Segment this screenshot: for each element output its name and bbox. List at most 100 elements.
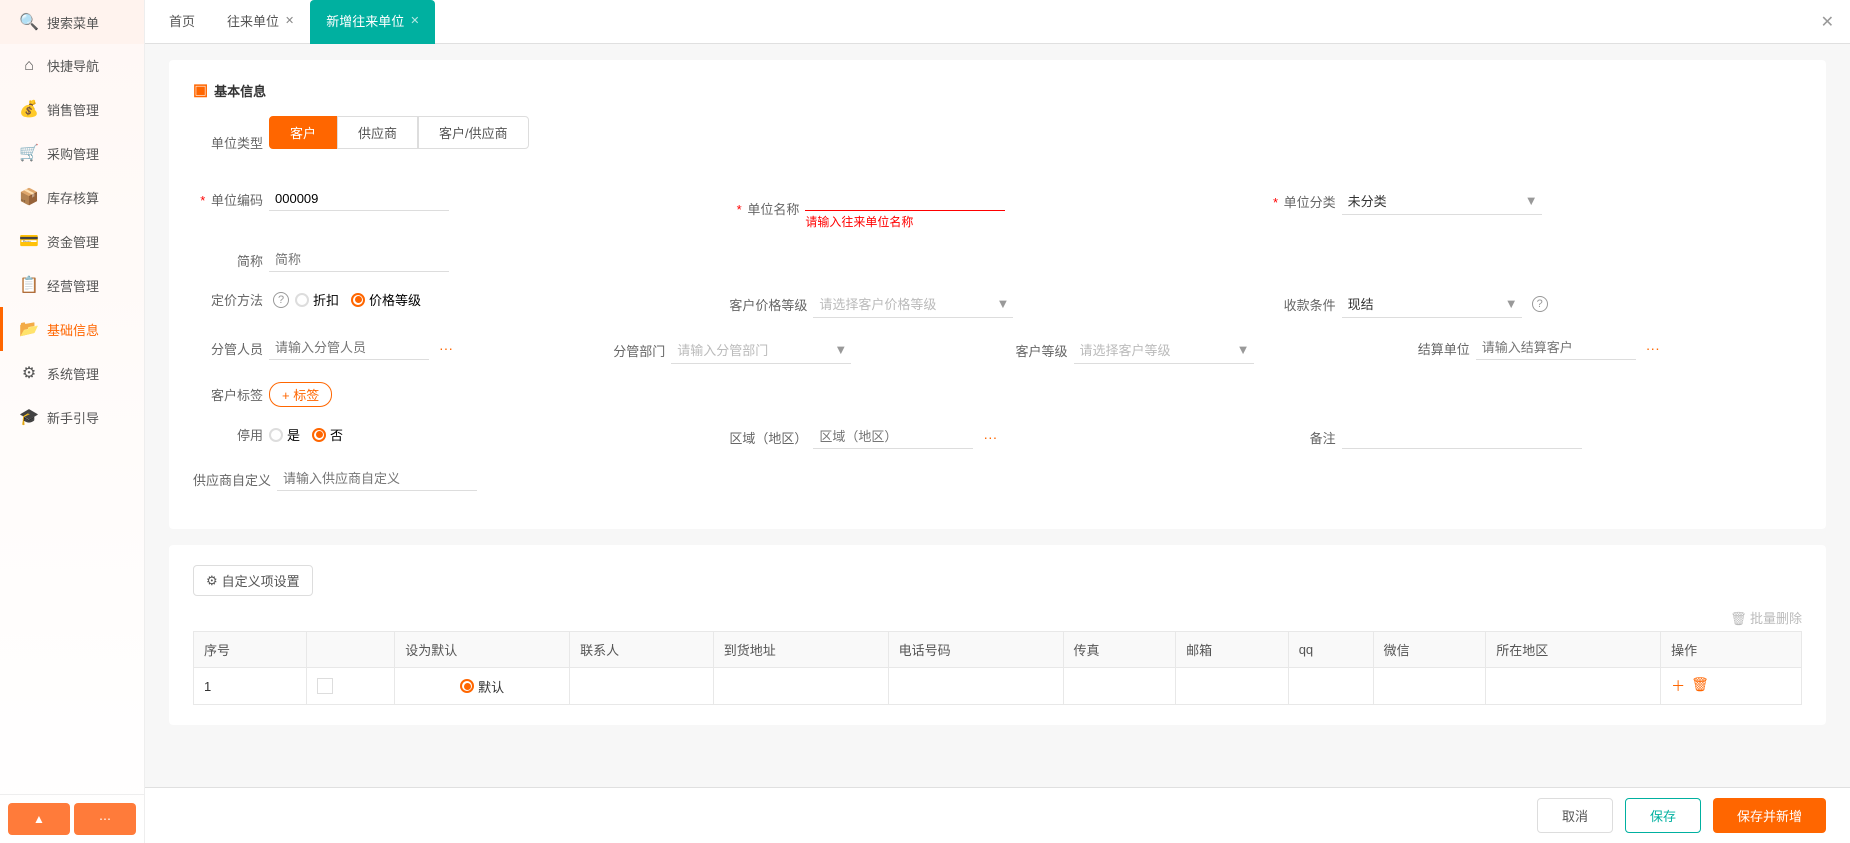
sidebar-item-guide[interactable]: 🎓 新手引导	[0, 395, 144, 439]
unit-type-label: 单位类型	[193, 133, 263, 152]
settlement-unit-more-btn[interactable]: ···	[1646, 340, 1660, 356]
region-more-btn[interactable]: ···	[983, 429, 997, 445]
batch-delete-icon: 🗑	[1730, 611, 1747, 626]
form-content: ▣ 基本信息 单位类型 客户 供应商 客户/供应商 *	[145, 44, 1850, 787]
cell-qq[interactable]	[1288, 668, 1373, 705]
sidebar-bottom-btn2[interactable]: ⋯	[74, 803, 136, 835]
tab-home-label: 首页	[169, 11, 195, 30]
col-fax: 传真	[1063, 632, 1176, 668]
supplier-custom-input[interactable]	[277, 467, 477, 491]
section-title: 基本信息	[214, 81, 266, 100]
tab-partners-close[interactable]: ✕	[285, 14, 294, 27]
customer-tag-btn[interactable]: + 标签	[269, 382, 332, 407]
row-add-icon[interactable]: ＋	[1671, 676, 1685, 696]
settlement-unit-input[interactable]	[1476, 336, 1636, 360]
department-label: 分管部门	[595, 341, 665, 360]
tab-new-partner-label: 新增往来单位	[326, 11, 404, 30]
sidebar-item-purchase[interactable]: 🛒 采购管理	[0, 131, 144, 175]
row-supplier-custom: 供应商自定义	[193, 467, 1802, 491]
cell-address[interactable]	[713, 668, 888, 705]
sidebar-item-inventory[interactable]: 📦 库存核算	[0, 175, 144, 219]
customer-price-level-select[interactable]: 请选择客户价格等级 ▼	[813, 290, 1013, 318]
batch-delete-btn[interactable]: 🗑 批量删除	[193, 608, 1802, 627]
sidebar-item-operations[interactable]: 📋 经营管理	[0, 263, 144, 307]
search-icon: 🔍	[19, 12, 39, 32]
tab-partners[interactable]: 往来单位 ✕	[211, 0, 310, 44]
supplier-custom-label: 供应商自定义	[193, 470, 271, 489]
guide-icon: 🎓	[19, 407, 39, 427]
col-qq: qq	[1288, 632, 1373, 668]
unit-name-label: * 单位名称	[729, 199, 799, 218]
radio-circle-level	[351, 293, 365, 307]
field-supplier-custom: 供应商自定义	[193, 467, 1802, 491]
unit-code-input[interactable]	[269, 187, 449, 211]
sidebar-bottom-btn[interactable]: ▲	[8, 803, 70, 835]
cell-phone[interactable]	[888, 668, 1063, 705]
sidebar-item-finance[interactable]: 💳 资金管理	[0, 219, 144, 263]
sidebar: 🔍 搜索菜单 ⌂ 快捷导航 💰 销售管理 🛒 采购管理 📦 库存核算 💳 资金管…	[0, 0, 145, 843]
unit-type-customer[interactable]: 客户	[269, 116, 337, 149]
operations-icon: 📋	[19, 275, 39, 295]
field-unit-name: * 单位名称 请输入往来单位名称	[729, 187, 1265, 230]
cell-seq: 1	[194, 668, 307, 705]
cell-default[interactable]: 默认	[395, 668, 570, 705]
cancel-button[interactable]: 取消	[1537, 798, 1613, 833]
payment-terms-help-icon[interactable]: ?	[1532, 296, 1548, 312]
pricing-help-icon[interactable]: ?	[273, 292, 289, 308]
payment-terms-select[interactable]: 现结 ▼	[1342, 290, 1522, 318]
section-header: ▣ 基本信息	[193, 80, 1802, 100]
cell-contact[interactable]	[570, 668, 714, 705]
table-card: ⚙ 自定义项设置 🗑 批量删除 序号 设为默认 联系人 到货地址 电话号码 传真	[169, 545, 1826, 725]
field-settlement-unit: 结算单位 ···	[1400, 336, 1802, 360]
pricing-level-radio[interactable]: 价格等级	[351, 290, 421, 309]
unit-type-supplier[interactable]: 供应商	[337, 116, 418, 149]
footer-bar: 取消 保存 保存并新增	[145, 787, 1850, 843]
row-customer-tag: 客户标签 + 标签	[193, 382, 1802, 407]
unit-category-select[interactable]: 未分类 ▼	[1342, 187, 1542, 215]
sidebar-item-label: 新手引导	[47, 408, 99, 427]
supervisor-input[interactable]	[269, 336, 429, 360]
row-delete-icon[interactable]: 🗑	[1691, 676, 1709, 696]
cell-location[interactable]	[1486, 668, 1661, 705]
sidebar-item-label: 基础信息	[47, 320, 99, 339]
cell-check[interactable]	[306, 668, 395, 705]
cell-wechat[interactable]	[1373, 668, 1486, 705]
unit-name-error: 请输入往来单位名称	[805, 213, 1005, 230]
pricing-discount-radio[interactable]: 折扣	[295, 290, 339, 309]
department-select[interactable]: 请输入分管部门 ▼	[671, 336, 851, 364]
unit-type-both[interactable]: 客户/供应商	[418, 116, 529, 149]
save-new-button[interactable]: 保存并新增	[1713, 798, 1826, 833]
unit-name-input[interactable]	[805, 187, 1005, 211]
cell-email[interactable]	[1176, 668, 1289, 705]
abbr-input[interactable]	[269, 248, 449, 272]
window-close-button[interactable]: ✕	[1813, 12, 1842, 32]
main-area: 首页 往来单位 ✕ 新增往来单位 ✕ ✕ ▣ 基本信息 单位类型 客户	[145, 0, 1850, 843]
sidebar-item-basic[interactable]: 📂 基础信息	[0, 307, 144, 351]
disabled-no-radio[interactable]: 否	[312, 425, 343, 444]
cell-fax[interactable]	[1063, 668, 1176, 705]
tab-partners-label: 往来单位	[227, 11, 279, 30]
region-input[interactable]	[813, 425, 973, 449]
payment-terms-label: 收款条件	[1266, 295, 1336, 314]
sidebar-item-label: 快捷导航	[47, 56, 99, 75]
tab-new-partner-close[interactable]: ✕	[410, 14, 419, 27]
tab-new-partner[interactable]: 新增往来单位 ✕	[310, 0, 435, 44]
sidebar-item-search[interactable]: 🔍 搜索菜单	[0, 0, 144, 44]
sidebar-bottom: ▲ ⋯	[0, 794, 144, 843]
save-button[interactable]: 保存	[1625, 798, 1701, 833]
notes-input[interactable]	[1342, 425, 1582, 449]
sidebar-item-label: 资金管理	[47, 232, 99, 251]
disabled-label: 停用	[193, 425, 263, 444]
custom-settings-btn[interactable]: ⚙ 自定义项设置	[193, 565, 313, 596]
sidebar-item-system[interactable]: ⚙ 系统管理	[0, 351, 144, 395]
disabled-yes-radio[interactable]: 是	[269, 425, 300, 444]
customer-price-level-placeholder: 请选择客户价格等级	[819, 294, 936, 313]
sidebar-item-quicknav[interactable]: ⌂ 快捷导航	[0, 44, 144, 87]
unit-type-field: 单位类型 客户 供应商 客户/供应商	[193, 116, 1802, 169]
supervisor-more-btn[interactable]: ···	[439, 340, 453, 356]
customer-level-select[interactable]: 请选择客户等级 ▼	[1074, 336, 1254, 364]
chevron-down-icon: ▼	[1525, 193, 1538, 208]
batch-delete-label: 批量删除	[1750, 611, 1802, 626]
sidebar-item-sales[interactable]: 💰 销售管理	[0, 87, 144, 131]
tab-home[interactable]: 首页	[153, 0, 211, 44]
